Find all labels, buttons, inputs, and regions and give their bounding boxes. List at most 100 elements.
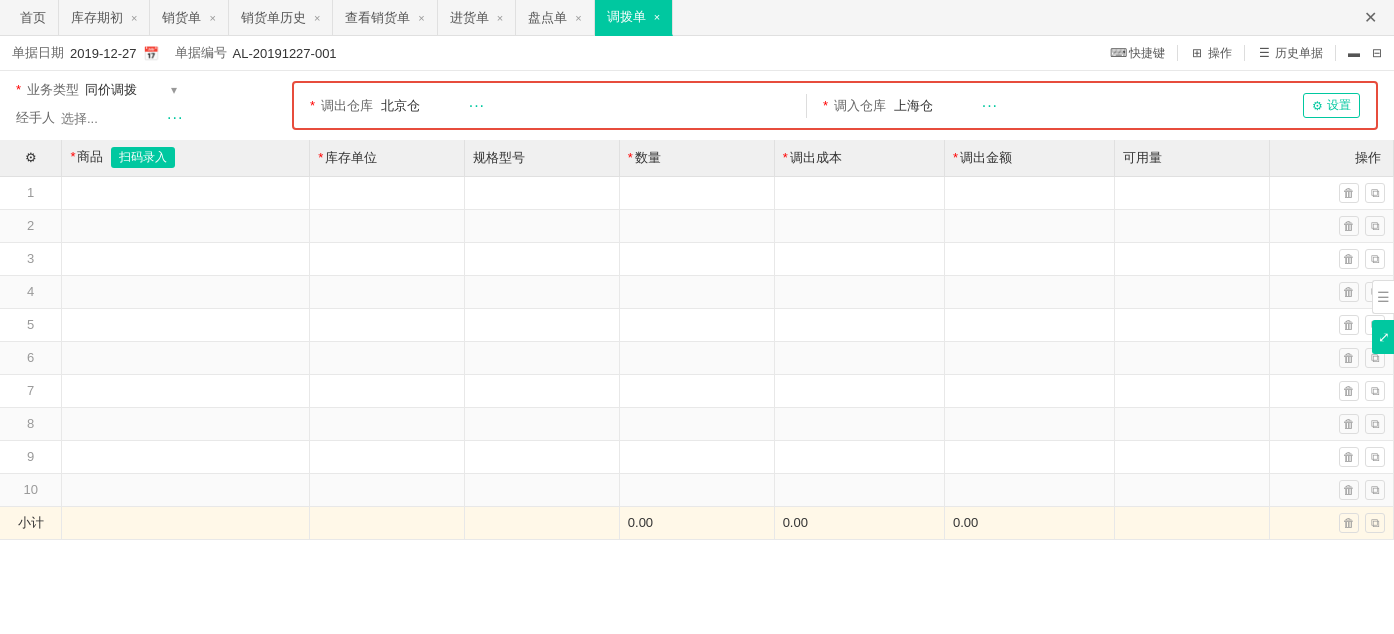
cell-product[interactable] — [62, 374, 310, 407]
cell-product[interactable] — [62, 242, 310, 275]
cell-cost[interactable]: 0.00 — [774, 506, 944, 539]
delete-row-button[interactable]: 🗑 — [1339, 216, 1359, 236]
cell-spec[interactable] — [464, 308, 619, 341]
cell-amount[interactable] — [944, 341, 1114, 374]
table-scroll-wrapper[interactable]: ⚙ *商品 扫码录入 *库存单位 规格型号 *数量 *调出成本 *调出金额 可用… — [0, 140, 1394, 574]
cell-available[interactable] — [1115, 275, 1270, 308]
cell-available[interactable] — [1115, 308, 1270, 341]
cell-cost[interactable] — [774, 440, 944, 473]
cell-unit[interactable] — [310, 473, 465, 506]
cell-qty[interactable] — [619, 209, 774, 242]
cell-amount[interactable] — [944, 308, 1114, 341]
tab-close-icon[interactable]: × — [314, 12, 320, 24]
cell-product[interactable] — [62, 473, 310, 506]
cell-unit[interactable] — [310, 440, 465, 473]
delete-row-button[interactable]: 🗑 — [1339, 282, 1359, 302]
cell-available[interactable] — [1115, 407, 1270, 440]
tab-close-icon[interactable]: × — [209, 12, 215, 24]
cell-spec[interactable] — [464, 374, 619, 407]
cell-unit[interactable] — [310, 308, 465, 341]
cell-amount[interactable] — [944, 440, 1114, 473]
cell-amount[interactable] — [944, 473, 1114, 506]
handler-more-icon[interactable]: ··· — [167, 109, 183, 127]
cell-cost[interactable] — [774, 374, 944, 407]
cell-spec[interactable] — [464, 506, 619, 539]
cell-unit[interactable] — [310, 176, 465, 209]
copy-row-button[interactable]: ⧉ — [1365, 414, 1385, 434]
side-expand-button[interactable]: ⤢ — [1372, 320, 1394, 354]
layout-btn2[interactable]: ⊟ — [1372, 46, 1382, 60]
cell-qty[interactable] — [619, 275, 774, 308]
tab-close-icon[interactable]: × — [497, 12, 503, 24]
cell-unit[interactable] — [310, 341, 465, 374]
scan-button[interactable]: 扫码录入 — [111, 147, 175, 168]
cell-product[interactable] — [62, 209, 310, 242]
side-list-button[interactable]: ☰ — [1372, 280, 1394, 314]
cell-product[interactable] — [62, 308, 310, 341]
copy-row-button[interactable]: ⧉ — [1365, 183, 1385, 203]
copy-row-button[interactable]: ⧉ — [1365, 513, 1385, 533]
cell-qty[interactable]: 0.00 — [619, 506, 774, 539]
cell-cost[interactable] — [774, 407, 944, 440]
tab-view-sales[interactable]: 查看销货单 × — [333, 0, 437, 36]
transfer-out-more-icon[interactable]: ··· — [469, 97, 485, 115]
delete-row-button[interactable]: 🗑 — [1339, 513, 1359, 533]
copy-row-button[interactable]: ⧉ — [1365, 447, 1385, 467]
cell-spec[interactable] — [464, 341, 619, 374]
transfer-in-value[interactable]: 上海仓 — [894, 97, 974, 115]
tab-close-icon[interactable]: × — [654, 11, 660, 23]
cell-product[interactable] — [62, 341, 310, 374]
cell-cost[interactable] — [774, 308, 944, 341]
delete-row-button[interactable]: 🗑 — [1339, 348, 1359, 368]
cell-unit[interactable] — [310, 374, 465, 407]
cell-amount[interactable] — [944, 242, 1114, 275]
cell-available[interactable] — [1115, 506, 1270, 539]
th-gear[interactable]: ⚙ — [0, 140, 62, 176]
cell-unit[interactable] — [310, 275, 465, 308]
delete-row-button[interactable]: 🗑 — [1339, 480, 1359, 500]
cell-qty[interactable] — [619, 176, 774, 209]
cell-spec[interactable] — [464, 176, 619, 209]
cell-cost[interactable] — [774, 176, 944, 209]
tab-close-icon[interactable]: × — [131, 12, 137, 24]
copy-row-button[interactable]: ⧉ — [1365, 381, 1385, 401]
delete-row-button[interactable]: 🗑 — [1339, 315, 1359, 335]
tab-home[interactable]: 首页 — [8, 0, 59, 36]
layout-btn1[interactable]: ▬ — [1348, 46, 1360, 60]
history-button[interactable]: ☰ 历史单据 — [1257, 45, 1323, 62]
transfer-out-value[interactable]: 北京仓 — [381, 97, 461, 115]
cell-qty[interactable] — [619, 308, 774, 341]
cell-cost[interactable] — [774, 341, 944, 374]
cell-amount[interactable]: 0.00 — [944, 506, 1114, 539]
cell-available[interactable] — [1115, 209, 1270, 242]
cell-unit[interactable] — [310, 209, 465, 242]
transfer-in-more-icon[interactable]: ··· — [982, 97, 998, 115]
copy-row-button[interactable]: ⧉ — [1365, 216, 1385, 236]
cell-amount[interactable] — [944, 275, 1114, 308]
tab-sales-history[interactable]: 销货单历史 × — [229, 0, 333, 36]
cell-available[interactable] — [1115, 176, 1270, 209]
cell-qty[interactable] — [619, 341, 774, 374]
cell-unit[interactable] — [310, 506, 465, 539]
biz-type-value[interactable]: 同价调拨 — [85, 81, 165, 99]
cell-spec[interactable] — [464, 275, 619, 308]
cell-product[interactable] — [62, 275, 310, 308]
delete-row-button[interactable]: 🗑 — [1339, 249, 1359, 269]
cell-cost[interactable] — [774, 209, 944, 242]
cell-qty[interactable] — [619, 407, 774, 440]
cell-amount[interactable] — [944, 374, 1114, 407]
cell-unit[interactable] — [310, 407, 465, 440]
tab-close-icon[interactable]: × — [575, 12, 581, 24]
delete-row-button[interactable]: 🗑 — [1339, 183, 1359, 203]
cell-spec[interactable] — [464, 473, 619, 506]
delete-row-button[interactable]: 🗑 — [1339, 414, 1359, 434]
cell-spec[interactable] — [464, 242, 619, 275]
tab-inventory-init[interactable]: 库存期初 × — [59, 0, 150, 36]
cell-amount[interactable] — [944, 209, 1114, 242]
cell-available[interactable] — [1115, 242, 1270, 275]
cell-product[interactable] — [62, 407, 310, 440]
cell-product[interactable] — [62, 440, 310, 473]
cell-available[interactable] — [1115, 440, 1270, 473]
cell-available[interactable] — [1115, 341, 1270, 374]
cell-cost[interactable] — [774, 275, 944, 308]
